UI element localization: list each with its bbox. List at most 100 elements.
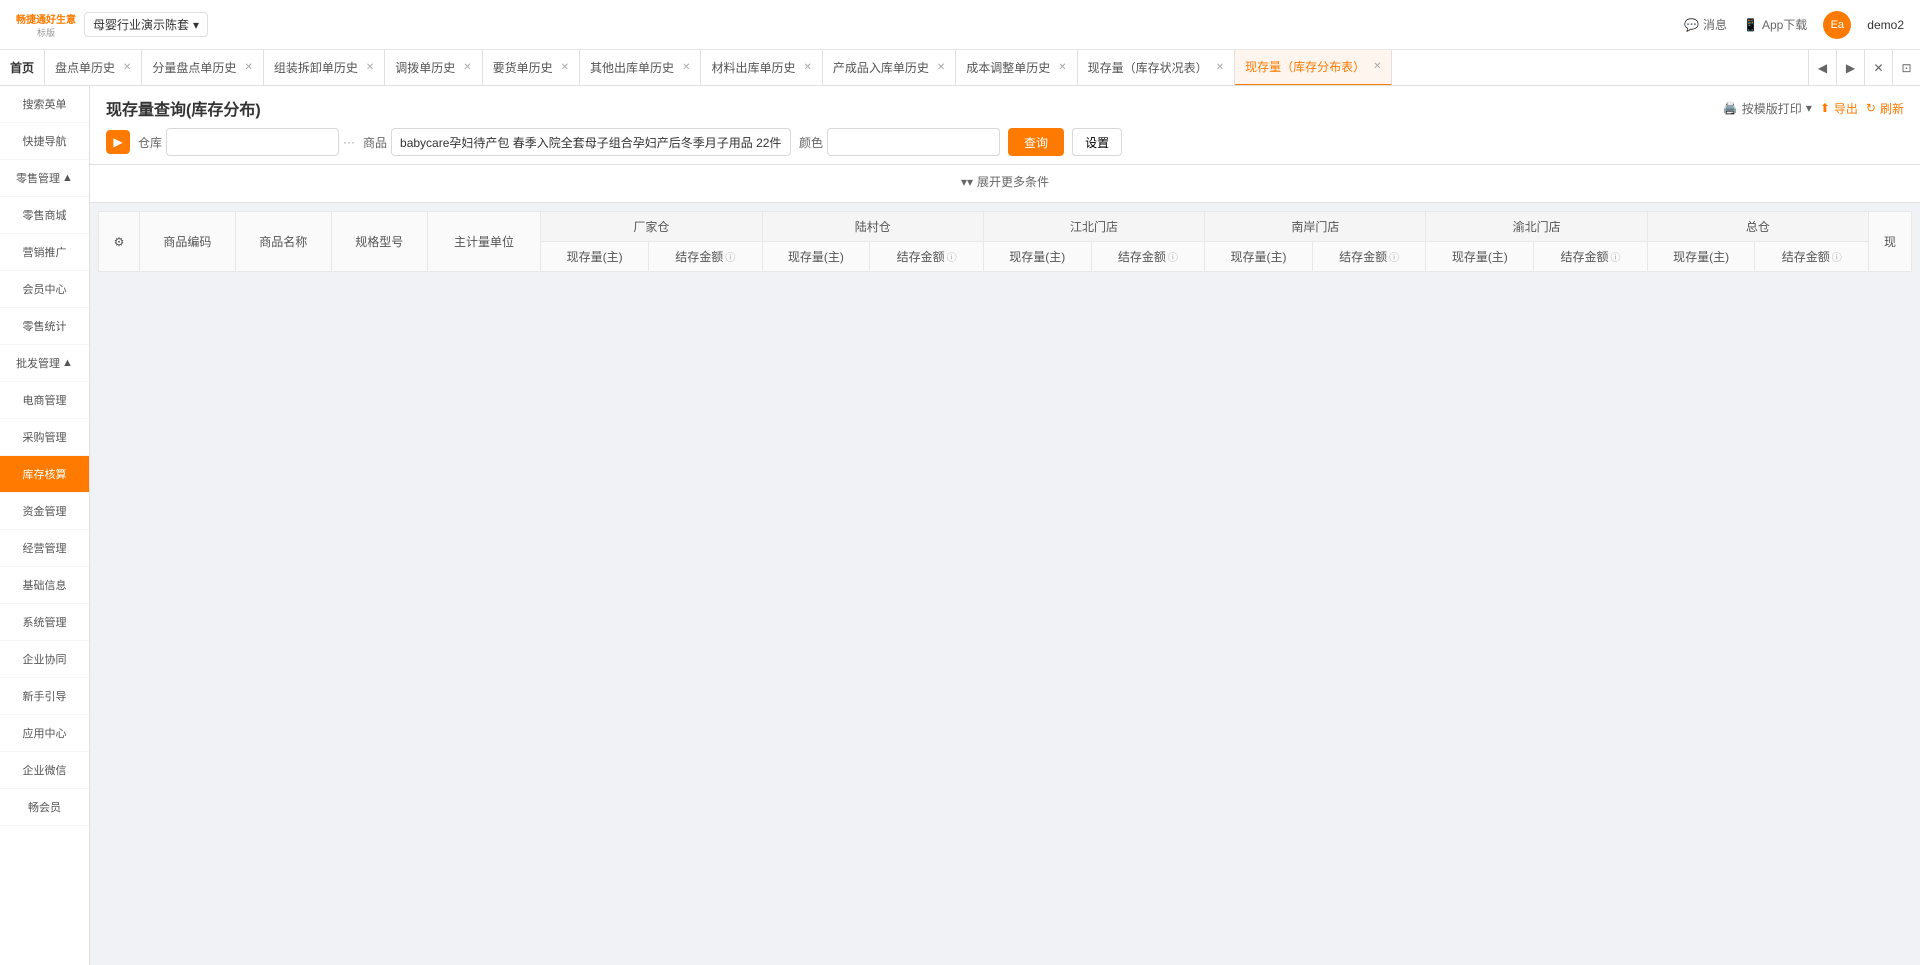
sidebar-item-basics[interactable]: 基础信息: [0, 567, 89, 604]
info-icon[interactable]: ⓘ: [947, 253, 957, 264]
filter-expand-arrow[interactable]: ▶: [106, 130, 130, 154]
tab-stock-status[interactable]: 现存量（库存状况表） ✕: [1078, 50, 1235, 86]
print-dropdown-icon: ▾: [1806, 101, 1812, 115]
col-group-lucun: 陆村仓: [762, 212, 983, 242]
warehouse-input[interactable]: [166, 128, 339, 156]
avatar[interactable]: Ea: [1823, 11, 1851, 39]
sidebar-item-wechat[interactable]: 企业微信: [0, 752, 89, 789]
warehouse-dots: ···: [343, 135, 355, 149]
sidebar-item-system[interactable]: 系统管理: [0, 604, 89, 641]
col-name: 商品名称: [235, 212, 331, 272]
printer-icon: 🖨️: [1723, 101, 1738, 115]
tab-inventory-history[interactable]: 盘点单历史 ✕: [45, 50, 142, 86]
col-group-total: 总仓: [1647, 212, 1868, 242]
export-btn[interactable]: ⬆ 导出: [1820, 100, 1858, 117]
username: demo2: [1867, 18, 1904, 32]
tab-close-icon[interactable]: ✕: [366, 62, 374, 73]
tab-home[interactable]: 首页: [0, 50, 45, 86]
sidebar-item-app-center[interactable]: 应用中心: [0, 715, 89, 752]
info-icon[interactable]: ⓘ: [725, 253, 735, 264]
sidebar-item-ecommerce[interactable]: 电商管理: [0, 382, 89, 419]
top-bar-left: 畅捷通好生意 标版 母婴行业演示陈套 ▾: [16, 11, 208, 39]
sidebar-item-member[interactable]: 会员中心: [0, 271, 89, 308]
refresh-btn[interactable]: ↻ 刷新: [1866, 100, 1904, 117]
product-label: 商品: [363, 134, 387, 151]
info-icon[interactable]: ⓘ: [1832, 253, 1842, 264]
industry-dropdown[interactable]: 母婴行业演示陈套 ▾: [84, 12, 208, 37]
sidebar-item-corp-collab[interactable]: 企业协同: [0, 641, 89, 678]
tab-close-all-btn[interactable]: ✕: [1864, 50, 1892, 86]
download-icon: 📱: [1743, 18, 1758, 32]
sidebar-item-retail-mall[interactable]: 零售商城: [0, 197, 89, 234]
tab-transfer-history[interactable]: 调拨单历史 ✕: [385, 50, 482, 86]
sidebar-item-stock-calc[interactable]: 库存核算: [0, 456, 89, 493]
page-actions: 🖨️ 按模版打印 ▾ ⬆ 导出 ↻ 刷新: [1723, 100, 1904, 117]
sidebar-item-operations[interactable]: 经营管理: [0, 530, 89, 567]
content-area: 现存量查询(库存分布) 🖨️ 按模版打印 ▾ ⬆ 导出 ↻ 刷新 ▶: [90, 86, 1920, 965]
info-icon[interactable]: ⓘ: [1168, 253, 1178, 264]
sidebar-item-member-app[interactable]: 畅会员: [0, 789, 89, 826]
print-btn[interactable]: 🖨️ 按模版打印 ▾: [1723, 100, 1812, 117]
tab-close-icon[interactable]: ✕: [1373, 61, 1381, 72]
sidebar-item-quicknav[interactable]: 快捷导航: [0, 123, 89, 160]
sidebar-item-retail-stats[interactable]: 零售统计: [0, 308, 89, 345]
query-button[interactable]: 查询: [1008, 128, 1064, 156]
tab-close-icon[interactable]: ✕: [1216, 62, 1224, 73]
tab-expand-btn[interactable]: ⊡: [1892, 50, 1920, 86]
tab-close-icon[interactable]: ✕: [682, 62, 690, 73]
tab-close-icon[interactable]: ✕: [937, 62, 945, 73]
page-title: 现存量查询(库存分布): [106, 96, 261, 120]
tab-close-icon[interactable]: ✕: [463, 62, 471, 73]
settings-gear-icon[interactable]: ⚙: [114, 235, 125, 249]
sidebar-item-marketing[interactable]: 营销推广: [0, 234, 89, 271]
color-label: 颜色: [799, 134, 823, 151]
tab-next-btn[interactable]: ▶: [1836, 50, 1864, 86]
refresh-label: 刷新: [1880, 100, 1904, 117]
filter-row2: ▾▾ 展开更多条件: [90, 165, 1920, 203]
logo-subtitle: 标版: [37, 26, 55, 39]
sidebar-item-guide[interactable]: 新手引导: [0, 678, 89, 715]
sidebar-item-wholesale-mgmt[interactable]: 批发管理 ▲: [0, 345, 89, 382]
col-extra: 现: [1869, 212, 1912, 272]
page-header: 现存量查询(库存分布) 🖨️ 按模版打印 ▾ ⬆ 导出 ↻ 刷新: [90, 86, 1920, 120]
expand-label: 展开更多条件: [977, 173, 1049, 190]
col-yb-qty: 现存量(主): [1426, 242, 1534, 272]
col-spec: 规格型号: [331, 212, 427, 272]
app-download-btn[interactable]: 📱 App下载: [1743, 16, 1807, 33]
expand-conditions-btn[interactable]: ▾▾ 展开更多条件: [961, 173, 1049, 190]
tab-stock-distribution[interactable]: 现存量（库存分布表） ✕: [1235, 50, 1392, 86]
info-icon[interactable]: ⓘ: [1389, 253, 1399, 264]
setting-button[interactable]: 设置: [1072, 128, 1122, 156]
sidebar-item-retail-mgmt[interactable]: 零售管理 ▲: [0, 160, 89, 197]
product-input[interactable]: [391, 128, 791, 156]
tab-fraction-history[interactable]: 分量盘点单历史 ✕: [142, 50, 263, 86]
tab-close-icon[interactable]: ✕: [123, 62, 131, 73]
tab-cost-adjust[interactable]: 成本调整单历史 ✕: [956, 50, 1077, 86]
tab-close-icon[interactable]: ✕: [1058, 62, 1066, 73]
tab-demand-history[interactable]: 要货单历史 ✕: [483, 50, 580, 86]
logo-text: 畅捷通好生意: [16, 11, 76, 26]
col-unit: 主计量单位: [427, 212, 541, 272]
message-btn[interactable]: 💬 消息: [1684, 16, 1727, 33]
col-yb-amt: 结存金额ⓘ: [1534, 242, 1648, 272]
filter-product-field: 商品: [363, 128, 791, 156]
col-group-nanan: 南岸门店: [1205, 212, 1426, 242]
tab-assembly-history[interactable]: 组装拆卸单历史 ✕: [264, 50, 385, 86]
table-container: ⚙ 商品编码 商品名称 规格型号 主计量单位 厂家仓 陆村仓 江北门店 南岸门店…: [90, 203, 1920, 965]
color-input[interactable]: [827, 128, 1000, 156]
info-icon[interactable]: ⓘ: [1610, 253, 1620, 264]
sidebar-item-search[interactable]: 搜索英单: [0, 86, 89, 123]
sidebar-item-finance[interactable]: 资金管理: [0, 493, 89, 530]
tab-close-icon[interactable]: ✕: [803, 62, 811, 73]
tab-prev-btn[interactable]: ◀: [1808, 50, 1836, 86]
tab-close-icon[interactable]: ✕: [561, 62, 569, 73]
sidebar-item-purchase[interactable]: 采购管理: [0, 419, 89, 456]
tab-other-outbound[interactable]: 其他出库单历史 ✕: [580, 50, 701, 86]
filter-color-field: 颜色: [799, 128, 1000, 156]
col-total-amt: 结存金额ⓘ: [1755, 242, 1869, 272]
tab-close-icon[interactable]: ✕: [244, 62, 252, 73]
col-jb-amt: 结存金额ⓘ: [1091, 242, 1205, 272]
tab-product-inbound[interactable]: 产成品入库单历史 ✕: [823, 50, 956, 86]
tab-material-outbound[interactable]: 材料出库单历史 ✕: [701, 50, 822, 86]
col-fj-amt: 结存金额ⓘ: [648, 242, 762, 272]
